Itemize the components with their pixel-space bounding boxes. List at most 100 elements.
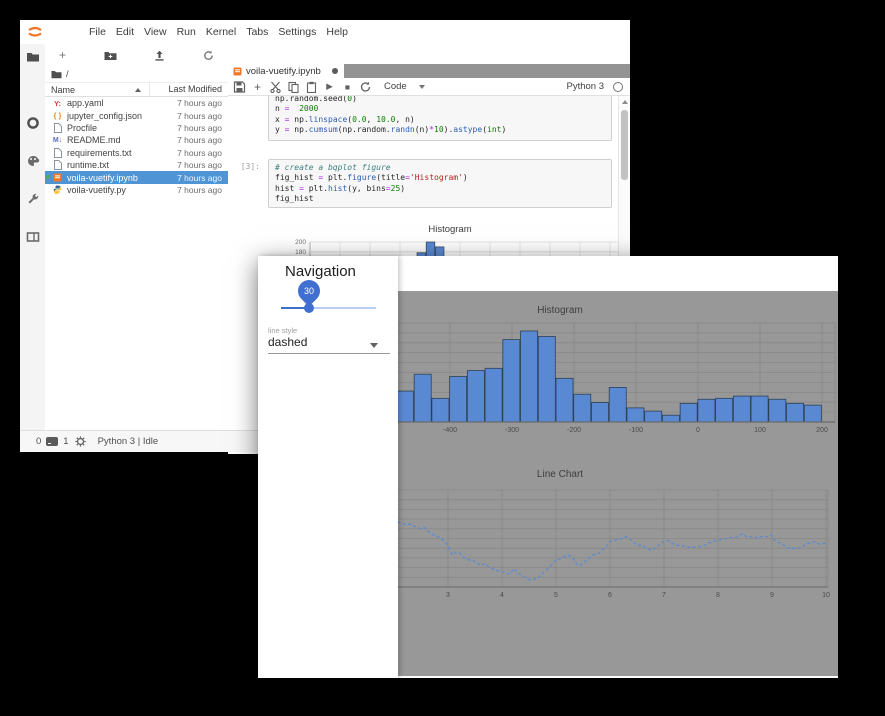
slider-thumb[interactable] xyxy=(304,303,314,313)
svg-text:7: 7 xyxy=(662,592,666,599)
python-file-icon xyxy=(52,185,63,194)
new-launcher-icon[interactable]: + xyxy=(59,48,66,62)
select-label: line style xyxy=(268,326,297,335)
slider-value-balloon: 30 xyxy=(293,275,324,306)
sort-ascending-icon[interactable] xyxy=(135,88,141,92)
gear-icon[interactable] xyxy=(75,436,86,447)
column-name[interactable]: Name xyxy=(45,85,135,95)
file-row[interactable]: Procfile 7 hours ago xyxy=(45,122,228,134)
menu-help[interactable]: Help xyxy=(321,26,353,38)
svg-text:Line Chart: Line Chart xyxy=(537,469,583,480)
voila-dialog: Histogram-400-300-200-1000100200 Line Ch… xyxy=(258,256,838,678)
file-list-header: Name Last Modified xyxy=(45,82,228,97)
kernel-status-icon[interactable] xyxy=(613,82,623,92)
running-indicator-dot xyxy=(46,175,50,179)
menu-settings[interactable]: Settings xyxy=(273,26,321,38)
svg-text:180: 180 xyxy=(295,249,306,256)
scrollbar-thumb[interactable] xyxy=(621,110,628,180)
svg-text:10: 10 xyxy=(822,592,830,599)
svg-text:4: 4 xyxy=(500,592,504,599)
notebook-file-icon xyxy=(233,67,242,76)
navigation-drawer: Navigation 30 line style dashed xyxy=(258,256,398,678)
file-icon xyxy=(52,123,63,132)
file-browser-panel: + / Name Last Modified xyxy=(45,44,229,430)
scroll-up-icon[interactable] xyxy=(622,100,628,104)
new-folder-icon[interactable] xyxy=(104,50,117,61)
menu-kernel[interactable]: Kernel xyxy=(201,26,241,38)
copy-icon[interactable] xyxy=(287,81,300,93)
svg-text:8: 8 xyxy=(716,592,720,599)
menu-edit[interactable]: Edit xyxy=(111,26,139,38)
menu-run[interactable]: Run xyxy=(172,26,201,38)
json-file-icon: { } xyxy=(52,111,63,120)
save-icon[interactable] xyxy=(233,81,246,93)
svg-text:3: 3 xyxy=(446,592,450,599)
paste-icon[interactable] xyxy=(305,81,318,93)
file-row[interactable]: voila-vuetify.py 7 hours ago xyxy=(45,184,228,196)
refresh-icon[interactable] xyxy=(203,50,214,61)
kernel-count[interactable]: 1 xyxy=(63,436,68,447)
open-tabs-icon[interactable] xyxy=(26,230,40,244)
add-cell-icon[interactable]: + xyxy=(251,81,264,93)
svg-text:Histogram: Histogram xyxy=(428,224,471,235)
markdown-file-icon: M↓ xyxy=(52,136,63,145)
yaml-file-icon: Y: xyxy=(52,99,63,108)
kernel-name[interactable]: Python 3 xyxy=(567,81,605,92)
jupyter-logo-icon xyxy=(26,25,44,39)
file-browser-icon[interactable] xyxy=(26,50,40,64)
file-icon xyxy=(52,161,63,170)
svg-text:-200: -200 xyxy=(567,427,581,434)
breadcrumb[interactable]: / xyxy=(45,66,228,82)
code-cell-input[interactable]: np.random.seed(0)n = 2000x = np.linspace… xyxy=(268,96,612,141)
notebook-toolbar: + ▶ ■ Code Python 3 xyxy=(228,78,630,96)
drawer-title: Navigation xyxy=(285,263,356,280)
voila-output-area: Histogram-400-300-200-1000100200 Line Ch… xyxy=(398,291,838,676)
svg-text:-100: -100 xyxy=(629,427,643,434)
notebook-file-icon xyxy=(52,173,63,182)
file-row[interactable]: M↓ README.md 7 hours ago xyxy=(45,134,228,146)
breadcrumb-path: / xyxy=(66,69,69,79)
line-style-select[interactable]: dashed xyxy=(268,335,307,349)
cell-type-dropdown[interactable]: Code xyxy=(384,81,407,92)
restart-icon[interactable] xyxy=(359,81,372,93)
stop-icon[interactable]: ■ xyxy=(341,81,354,93)
cell-prompt: [3]: xyxy=(228,162,260,171)
select-underline xyxy=(268,353,390,354)
menu-bar: File Edit View Run Kernel Tabs Settings … xyxy=(20,20,630,45)
cut-icon[interactable] xyxy=(269,81,282,93)
file-row-selected[interactable]: voila-vuetify.ipynb 7 hours ago xyxy=(45,171,228,183)
svg-text:9: 9 xyxy=(770,592,774,599)
svg-text:200: 200 xyxy=(295,239,306,246)
run-icon[interactable]: ▶ xyxy=(323,81,336,93)
upload-icon[interactable] xyxy=(154,50,165,61)
file-row[interactable]: runtime.txt 7 hours ago xyxy=(45,159,228,171)
unsaved-changes-dot[interactable] xyxy=(332,68,338,74)
terminal-count[interactable]: 0 xyxy=(36,436,41,447)
menu-file[interactable]: File xyxy=(84,26,111,38)
file-row[interactable]: requirements.txt 7 hours ago xyxy=(45,147,228,159)
menu-view[interactable]: View xyxy=(139,26,172,38)
voila-line-chart: Line Chart345678910 xyxy=(398,461,838,611)
chevron-down-icon[interactable] xyxy=(370,343,378,348)
svg-text:-400: -400 xyxy=(443,427,457,434)
svg-text:100: 100 xyxy=(754,427,766,434)
command-palette-icon[interactable] xyxy=(26,154,40,168)
terminal-icon[interactable] xyxy=(46,437,58,446)
file-row[interactable]: Y: app.yaml 7 hours ago xyxy=(45,97,228,109)
running-sessions-icon[interactable] xyxy=(26,116,40,130)
menu-tabs[interactable]: Tabs xyxy=(241,26,273,38)
svg-text:-300: -300 xyxy=(505,427,519,434)
notebook-tab[interactable]: voila-vuetify.ipynb xyxy=(228,64,344,78)
chevron-down-icon[interactable] xyxy=(419,85,425,89)
file-browser-toolbar: + xyxy=(45,44,228,66)
code-cell-input[interactable]: # create a bqplot figurefig_hist = plt.f… xyxy=(268,159,612,208)
svg-text:6: 6 xyxy=(608,592,612,599)
file-row[interactable]: { } jupyter_config.json 7 hours ago xyxy=(45,109,228,121)
kernel-status-text[interactable]: Python 3 | Idle xyxy=(98,436,159,447)
voila-histogram-chart: Histogram-400-300-200-1000100200 xyxy=(398,291,838,446)
file-icon xyxy=(52,148,63,157)
home-folder-icon[interactable] xyxy=(51,70,62,79)
property-inspector-icon[interactable] xyxy=(26,192,40,206)
column-last-modified[interactable]: Last Modified xyxy=(149,83,228,96)
svg-text:200: 200 xyxy=(816,427,828,434)
